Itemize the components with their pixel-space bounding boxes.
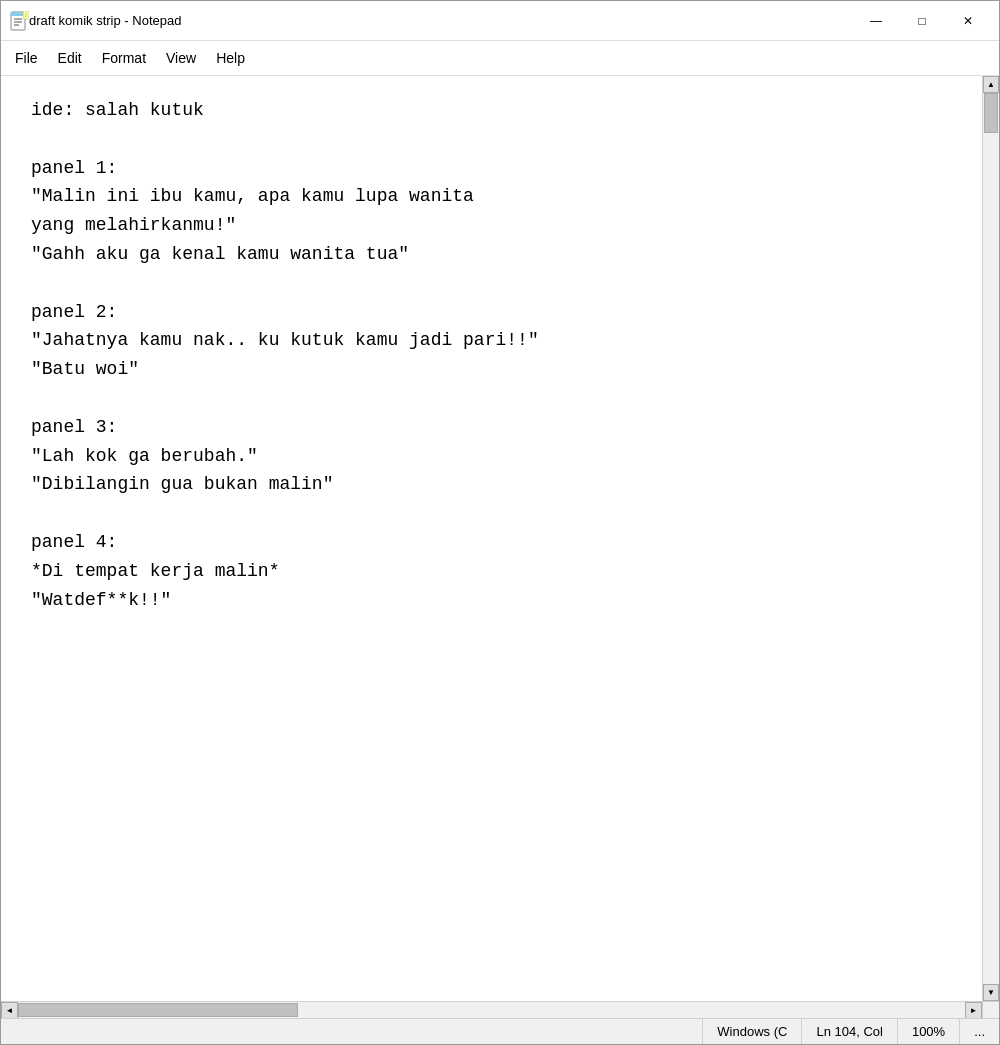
menu-edit[interactable]: Edit	[48, 46, 92, 70]
content-area: ▲ ▼	[1, 76, 999, 1001]
minimize-button[interactable]: —	[853, 6, 899, 36]
menu-view[interactable]: View	[156, 46, 206, 70]
menu-format[interactable]: Format	[92, 46, 156, 70]
menu-bar: File Edit Format View Help	[1, 41, 999, 76]
menu-help[interactable]: Help	[206, 46, 255, 70]
status-zoom: 100%	[897, 1019, 959, 1044]
status-ellipsis: ...	[959, 1019, 999, 1044]
scroll-left-button[interactable]: ◄	[1, 1002, 18, 1019]
maximize-button[interactable]: □	[899, 6, 945, 36]
horizontal-scrollbar-wrapper: ◄ ►	[1, 1001, 999, 1018]
window-title: draft komik strip - Notepad	[29, 13, 853, 28]
scrollbar-corner	[982, 1002, 999, 1019]
status-encoding: Windows (C	[702, 1019, 801, 1044]
scroll-right-button[interactable]: ►	[965, 1002, 982, 1019]
close-button[interactable]: ✕	[945, 6, 991, 36]
scroll-thumb-horizontal[interactable]	[18, 1003, 298, 1017]
vertical-scrollbar[interactable]: ▲ ▼	[982, 76, 999, 1001]
app-icon	[9, 11, 29, 31]
text-area-container	[1, 76, 982, 1001]
scroll-down-button[interactable]: ▼	[983, 984, 999, 1001]
text-editor[interactable]	[1, 76, 982, 1001]
scroll-track-vertical[interactable]	[983, 93, 999, 984]
svg-rect-5	[23, 11, 29, 19]
window-controls: — □ ✕	[853, 6, 991, 36]
status-position: Ln 104, Col	[801, 1019, 897, 1044]
menu-file[interactable]: File	[5, 46, 48, 70]
notepad-window: draft komik strip - Notepad — □ ✕ File E…	[0, 0, 1000, 1045]
scroll-thumb-vertical[interactable]	[984, 93, 998, 133]
status-right: Windows (C Ln 104, Col 100% ...	[702, 1019, 999, 1044]
scroll-track-horizontal[interactable]	[18, 1002, 965, 1018]
scroll-up-button[interactable]: ▲	[983, 76, 999, 93]
title-bar: draft komik strip - Notepad — □ ✕	[1, 1, 999, 41]
status-bar: Windows (C Ln 104, Col 100% ...	[1, 1018, 999, 1044]
